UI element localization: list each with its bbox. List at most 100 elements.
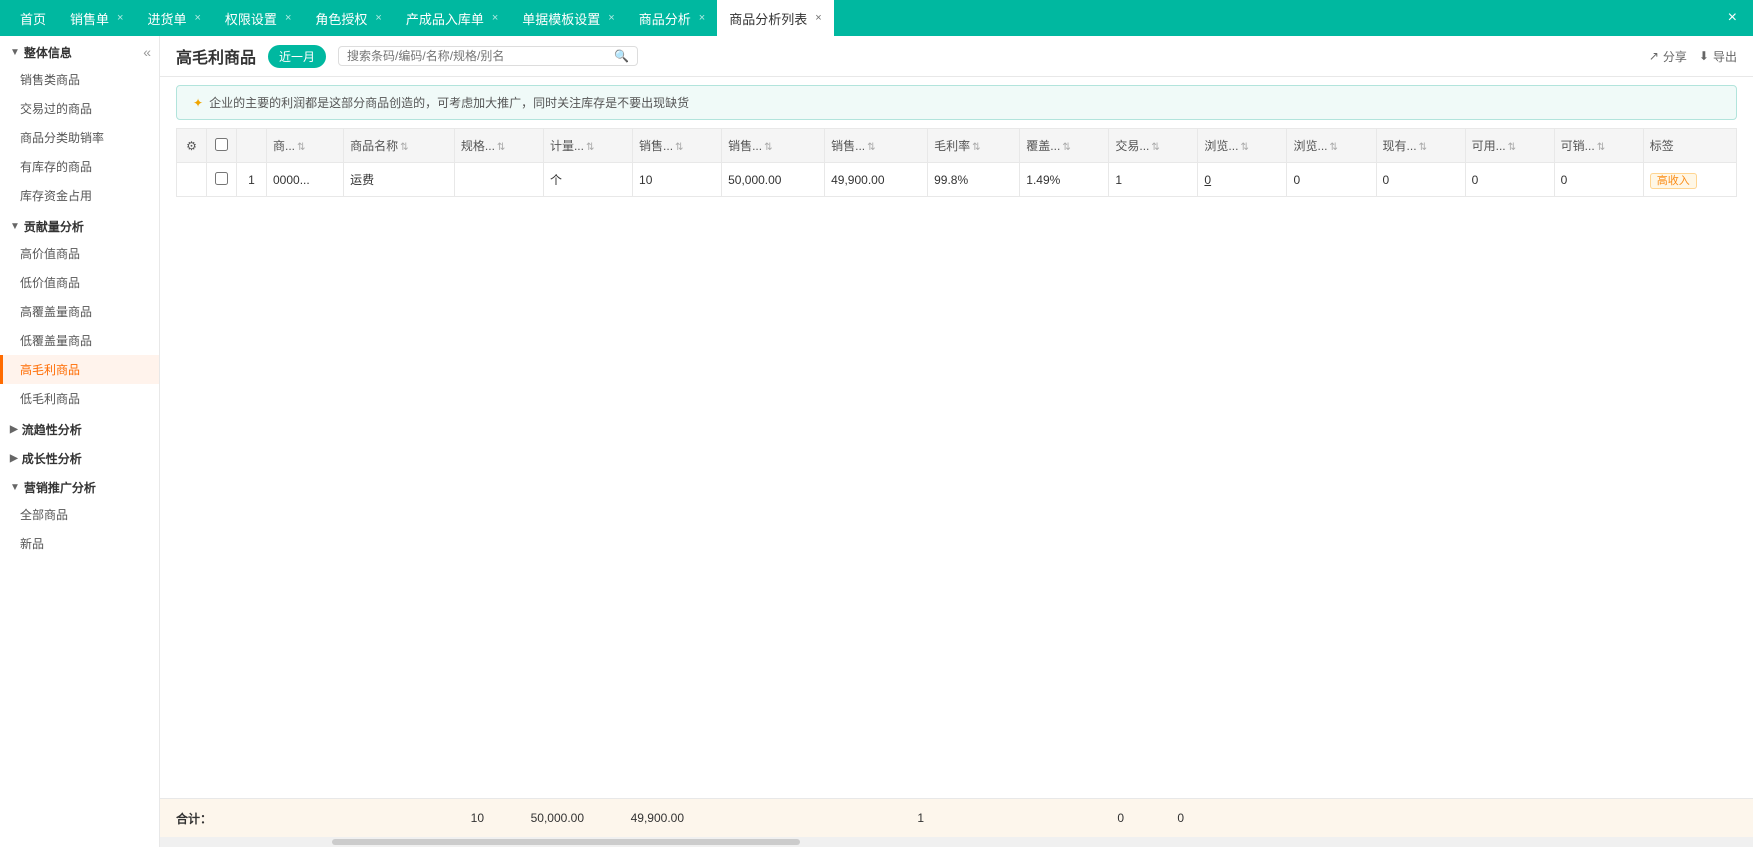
close-icon[interactable]: ×	[117, 12, 123, 24]
nav-purchase-order[interactable]: 进货单 ×	[135, 0, 212, 36]
close-icon[interactable]: ×	[285, 12, 291, 24]
top-nav: 首页 销售单 × 进货单 × 权限设置 × 角色授权 × 产成品入库单 × 单据…	[0, 0, 1753, 36]
star-icon: ✦	[193, 96, 203, 110]
row-gross-rate: 99.8%	[928, 163, 1020, 197]
sidebar-section-contribution[interactable]: ▼ 贡献量分析	[0, 210, 159, 239]
arrow-icon: ▼	[10, 221, 20, 232]
nav-product-entry[interactable]: 产成品入库单 ×	[394, 0, 510, 36]
select-all-checkbox[interactable]	[215, 138, 228, 151]
sidebar-item-low-margin[interactable]: 低毛利商品	[0, 384, 159, 413]
checkbox-col-header	[207, 129, 237, 163]
table-header-row: ⚙ 商...⇅ 商品名称⇅ 规格...⇅ 计量...⇅ 销售...⇅ 销售...…	[177, 129, 1737, 163]
sidebar-collapse-button[interactable]: «	[143, 44, 151, 60]
row-settings	[177, 163, 207, 197]
row-select-checkbox[interactable]	[215, 172, 228, 185]
content-header: 高毛利商品 近一月 🔍 ↗ 分享 ⬇ 导出	[160, 36, 1753, 77]
search-input[interactable]	[347, 49, 610, 63]
footer-sales2: 50,000.00	[492, 807, 592, 829]
sidebar: « ▼ 整体信息 销售类商品 交易过的商品 商品分类助销率 有库存的商品 库存资…	[0, 36, 160, 847]
row-current: 0	[1376, 163, 1465, 197]
arrow-icon: ▼	[10, 47, 20, 58]
row-sales1: 10	[633, 163, 722, 197]
sidebar-item-inventory-funds[interactable]: 库存资金占用	[0, 181, 159, 210]
row-unit: 个	[543, 163, 632, 197]
sales2-col-header: 销售...⇅	[722, 129, 825, 163]
code-col-header: 商...⇅	[267, 129, 344, 163]
sidebar-item-high-margin[interactable]: 高毛利商品	[0, 355, 159, 384]
footer-available: 0	[1072, 807, 1132, 829]
saleable-col-header: 可销...⇅	[1554, 129, 1643, 163]
horizontal-scrollbar[interactable]	[160, 837, 1753, 847]
footer-spacer3	[932, 807, 1072, 829]
row-saleable: 0	[1554, 163, 1643, 197]
nav-product-analysis-list[interactable]: 商品分析列表 ×	[717, 0, 833, 36]
close-icon[interactable]: ×	[194, 12, 200, 24]
close-icon[interactable]: ×	[492, 12, 498, 24]
row-checkbox[interactable]	[207, 163, 237, 197]
row-code: 0000...	[267, 163, 344, 197]
share-button[interactable]: ↗ 分享	[1649, 48, 1687, 65]
num-col-header	[237, 129, 267, 163]
search-box: 🔍	[338, 46, 638, 66]
sidebar-section-trend[interactable]: ▶ 流趋性分析	[0, 413, 159, 442]
sidebar-item-sales-goods[interactable]: 销售类商品	[0, 65, 159, 94]
header-actions: ↗ 分享 ⬇ 导出	[1649, 48, 1737, 65]
close-icon[interactable]: ×	[608, 12, 614, 24]
settings-col-header[interactable]: ⚙	[177, 129, 207, 163]
footer-saleable: 0	[1132, 807, 1192, 829]
arrow-icon: ▼	[10, 482, 20, 493]
content-area: 高毛利商品 近一月 🔍 ↗ 分享 ⬇ 导出 ✦ 企业的主要的利润都是这部分商品创…	[160, 36, 1753, 847]
row-available: 0	[1465, 163, 1554, 197]
search-icon[interactable]: 🔍	[614, 49, 629, 63]
nav-template[interactable]: 单据模板设置 ×	[510, 0, 626, 36]
sidebar-item-category-rate[interactable]: 商品分类助销率	[0, 123, 159, 152]
sidebar-section-growth[interactable]: ▶ 成长性分析	[0, 442, 159, 471]
sidebar-item-low-value[interactable]: 低价值商品	[0, 268, 159, 297]
unit-col-header: 计量...⇅	[543, 129, 632, 163]
sidebar-item-high-value[interactable]: 高价值商品	[0, 239, 159, 268]
table-container: ⚙ 商...⇅ 商品名称⇅ 规格...⇅ 计量...⇅ 销售...⇅ 销售...…	[160, 128, 1753, 798]
row-tag: 高收入	[1643, 163, 1736, 197]
arrow-icon: ▶	[10, 424, 18, 435]
row-browse1[interactable]: 0	[1198, 163, 1287, 197]
close-icon[interactable]: ×	[375, 12, 381, 24]
filter-recent-month-button[interactable]: 近一月	[268, 45, 326, 68]
row-spec	[454, 163, 543, 197]
row-num: 1	[237, 163, 267, 197]
export-button[interactable]: ⬇ 导出	[1699, 48, 1737, 65]
page-title: 高毛利商品	[176, 44, 256, 68]
export-icon: ⬇	[1699, 49, 1709, 63]
window-close-button[interactable]: ×	[1720, 9, 1745, 27]
sidebar-item-stocked-goods[interactable]: 有库存的商品	[0, 152, 159, 181]
spec-col-header: 规格...⇅	[454, 129, 543, 163]
data-table: ⚙ 商...⇅ 商品名称⇅ 规格...⇅ 计量...⇅ 销售...⇅ 销售...…	[176, 128, 1737, 197]
footer-spacer1	[232, 807, 432, 829]
name-col-header: 商品名称⇅	[344, 129, 455, 163]
row-name: 运费	[344, 163, 455, 197]
sidebar-item-traded-goods[interactable]: 交易过的商品	[0, 94, 159, 123]
main-layout: « ▼ 整体信息 销售类商品 交易过的商品 商品分类助销率 有库存的商品 库存资…	[0, 36, 1753, 847]
close-icon[interactable]: ×	[699, 12, 705, 24]
sidebar-section-marketing[interactable]: ▼ 营销推广分析	[0, 471, 159, 500]
nav-role[interactable]: 角色授权 ×	[303, 0, 393, 36]
sidebar-section-overall[interactable]: ▼ 整体信息	[0, 36, 159, 65]
row-sales2: 50,000.00	[722, 163, 825, 197]
nav-home[interactable]: 首页	[8, 0, 58, 36]
nav-sales-order[interactable]: 销售单 ×	[58, 0, 135, 36]
table-row: 1 0000... 运费 个 10 50,000.00 49,900.00 99…	[177, 163, 1737, 197]
sidebar-item-low-coverage[interactable]: 低覆盖量商品	[0, 326, 159, 355]
footer-label: 合计：	[176, 810, 212, 827]
sidebar-item-all-goods[interactable]: 全部商品	[0, 500, 159, 529]
close-icon[interactable]: ×	[815, 12, 821, 24]
row-transaction: 1	[1109, 163, 1198, 197]
footer-sales1: 10	[432, 807, 492, 829]
nav-product-analysis[interactable]: 商品分析 ×	[627, 0, 717, 36]
sidebar-item-high-coverage[interactable]: 高覆盖量商品	[0, 297, 159, 326]
coverage-col-header: 覆盖...⇅	[1020, 129, 1109, 163]
sidebar-item-new-goods[interactable]: 新品	[0, 529, 159, 558]
info-bar: ✦ 企业的主要的利润都是这部分商品创造的，可考虑加大推广，同时关注库存是不要出现…	[176, 85, 1737, 120]
nav-permission[interactable]: 权限设置 ×	[213, 0, 303, 36]
scrollbar-thumb[interactable]	[332, 839, 800, 845]
arrow-icon: ▶	[10, 453, 18, 464]
footer-spacer2	[692, 807, 872, 829]
